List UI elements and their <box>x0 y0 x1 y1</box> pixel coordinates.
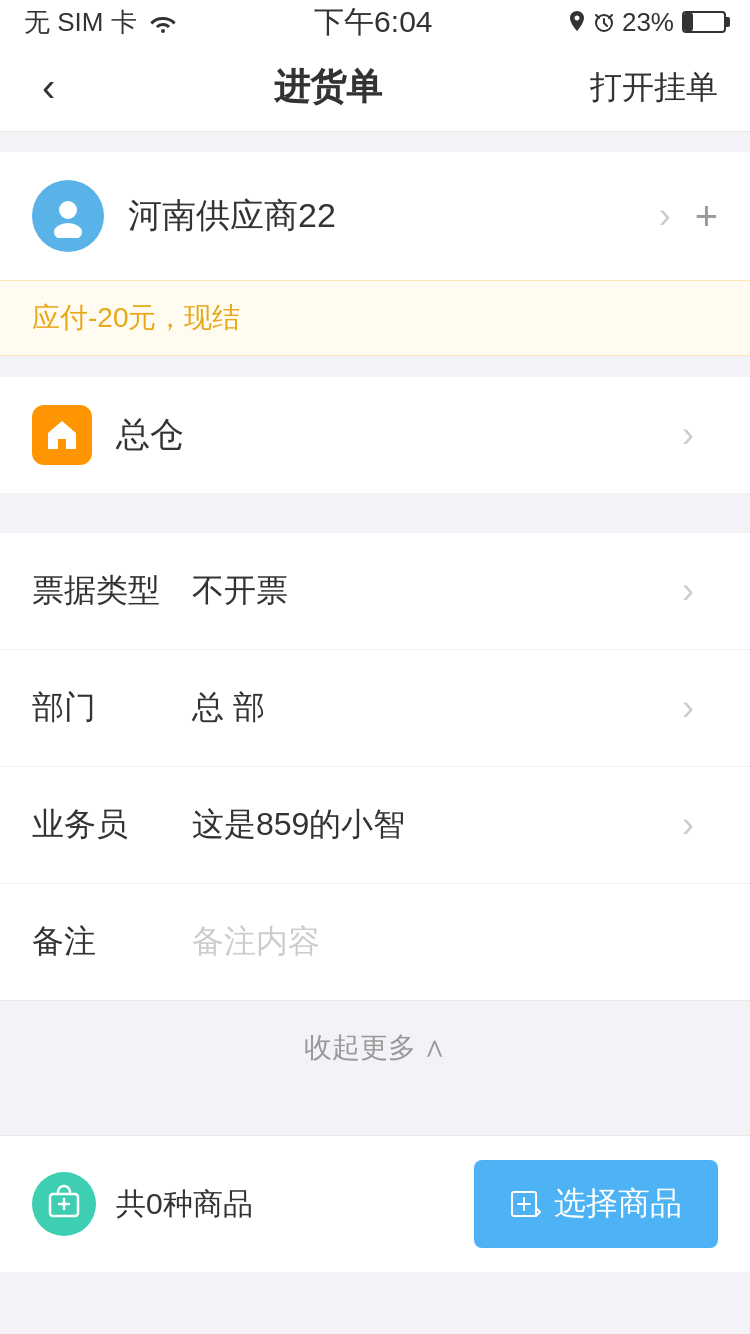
supplier-row[interactable]: 河南供应商22 › + <box>0 152 750 280</box>
product-count-text: 共0种商品 <box>116 1184 474 1225</box>
invoice-type-label: 票据类型 <box>32 569 172 613</box>
warehouse-icon <box>32 405 92 465</box>
battery-icon <box>682 11 726 33</box>
salesperson-value: 这是859的小智 <box>192 803 682 847</box>
home-icon <box>44 417 80 453</box>
bottom-bar: 共0种商品 选择商品 <box>0 1135 750 1272</box>
back-button[interactable]: ‹ <box>32 55 65 120</box>
status-right: 23% <box>568 7 726 38</box>
section-gap-1 <box>0 132 750 152</box>
svg-point-2 <box>54 223 82 238</box>
remark-label: 备注 <box>32 920 172 964</box>
collapse-label: 收起更多 ∧ <box>304 1032 447 1063</box>
supplier-avatar <box>32 180 104 252</box>
status-left: 无 SIM 卡 <box>24 5 179 40</box>
supplier-chevron-icon: › <box>659 195 671 237</box>
background-fill <box>0 1272 750 1334</box>
section-gap-3 <box>0 493 750 513</box>
section-gap-4 <box>0 1095 750 1115</box>
notice-bar: 应付-20元，现结 <box>0 280 750 356</box>
warehouse-section: 总仓 › <box>0 376 750 493</box>
warehouse-row[interactable]: 总仓 › <box>0 376 750 493</box>
location-icon <box>568 11 586 33</box>
warehouse-chevron-icon: › <box>682 414 694 456</box>
salesperson-label: 业务员 <box>32 803 172 847</box>
battery-text: 23% <box>622 7 674 38</box>
collapse-bar[interactable]: 收起更多 ∧ <box>0 1000 750 1095</box>
page-title: 进货单 <box>274 63 382 112</box>
open-pending-button[interactable]: 打开挂单 <box>590 66 718 110</box>
add-icon[interactable]: + <box>695 194 718 239</box>
invoice-type-chevron: › <box>682 570 694 612</box>
select-product-button[interactable]: 选择商品 <box>474 1160 718 1248</box>
supplier-name: 河南供应商22 <box>128 193 659 239</box>
invoice-type-value: 不开票 <box>192 569 682 613</box>
warehouse-name: 总仓 <box>116 412 682 458</box>
carrier-text: 无 SIM 卡 <box>24 5 137 40</box>
invoice-type-row[interactable]: 票据类型 不开票 › <box>0 533 750 650</box>
person-icon <box>46 194 90 238</box>
department-value: 总 部 <box>192 686 682 730</box>
section-gap-2 <box>0 356 750 376</box>
select-product-label: 选择商品 <box>554 1182 682 1226</box>
product-count-icon <box>32 1172 96 1236</box>
department-chevron: › <box>682 687 694 729</box>
select-product-icon <box>510 1188 542 1220</box>
department-label: 部门 <box>32 686 172 730</box>
alarm-icon <box>594 11 614 33</box>
status-bar: 无 SIM 卡 下午6:04 23% <box>0 0 750 44</box>
supplier-section: 河南供应商22 › + 应付-20元，现结 <box>0 152 750 356</box>
cart-icon <box>44 1184 84 1224</box>
form-section: 票据类型 不开票 › 部门 总 部 › 业务员 这是859的小智 › 备注 备注… <box>0 533 750 1000</box>
department-row[interactable]: 部门 总 部 › <box>0 650 750 767</box>
remark-row[interactable]: 备注 备注内容 <box>0 884 750 1000</box>
svg-point-1 <box>59 201 77 219</box>
salesperson-chevron: › <box>682 804 694 846</box>
status-time: 下午6:04 <box>314 2 432 43</box>
wifi-icon <box>147 11 179 33</box>
notice-text: 应付-20元，现结 <box>32 302 240 333</box>
salesperson-row[interactable]: 业务员 这是859的小智 › <box>0 767 750 884</box>
remark-value: 备注内容 <box>192 920 718 964</box>
nav-bar: ‹ 进货单 打开挂单 <box>0 44 750 132</box>
